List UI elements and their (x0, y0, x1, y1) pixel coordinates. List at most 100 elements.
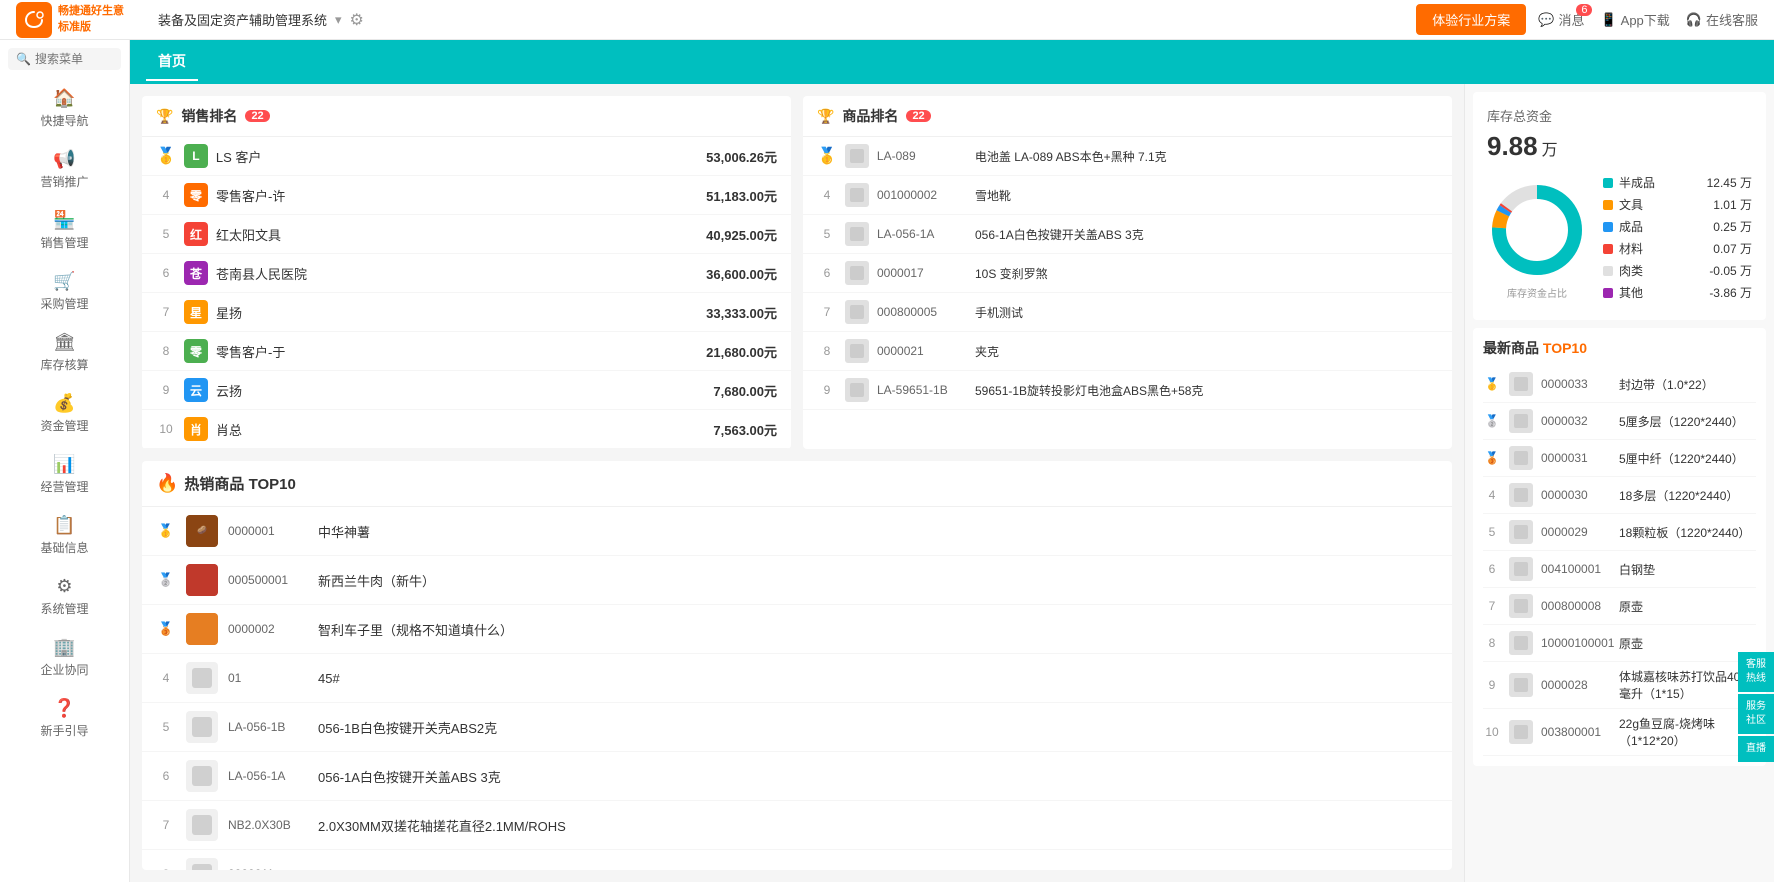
sidebar-item-guide[interactable]: ❓ 新手引导 (0, 688, 129, 749)
sales-icon: 🏪 (53, 210, 75, 231)
list-item: 🥈 000500001 新西兰牛肉（新牛） (142, 556, 1452, 605)
sidebar-item-operation[interactable]: 📊 经营管理 (0, 444, 129, 505)
product-placeholder (186, 809, 218, 841)
trial-button[interactable]: 体验行业方案 (1416, 4, 1526, 35)
product-name: 原壶 (1619, 635, 1756, 652)
avatar: 红 (184, 222, 208, 246)
sidebar-item-marketing[interactable]: 📢 营销推广 (0, 139, 129, 200)
product-code: 0000011 (228, 867, 308, 870)
table-row: 9 LA-59651-1B 59651-1B旋转投影灯电池盒ABS黑色+58克 (803, 371, 1452, 410)
legend-value: -0.05 万 (1709, 262, 1752, 279)
svg-text:🥔: 🥔 (197, 525, 207, 535)
list-item: 🥇 0000033 封边带（1.0*22） (1483, 366, 1756, 403)
product-code: 0000001 (228, 524, 308, 538)
hot-products-panel: 🔥 热销商品 TOP10 🥇 🥔 0000001 中华神薯 🥈 (142, 461, 1452, 870)
right-panel: 库存总资金 9.88 万 (1464, 84, 1774, 882)
tab-home[interactable]: 首页 (146, 43, 198, 81)
customer-amount: 53,006.26元 (706, 147, 777, 166)
product-icon (1509, 673, 1533, 697)
avatar: 零 (184, 183, 208, 207)
sidebar-item-company[interactable]: 🏢 企业协同 (0, 627, 129, 688)
sidebar-search[interactable]: 🔍 (0, 40, 129, 78)
rank-num: 10 (156, 422, 176, 436)
rank-medal: 🥇 (156, 523, 176, 539)
system-name: 装备及固定资产辅助管理系统 (158, 10, 327, 29)
left-panels: 🏆 销售排名 22 🥇 L LS 客户 53,006.26元 (130, 84, 1464, 882)
list-item: 🥈 0000032 5厘多层（1220*2440） (1483, 403, 1756, 440)
rank-num: 7 (156, 818, 176, 832)
product-icon (1509, 720, 1533, 744)
legend-item: 肉类 -0.05 万 (1603, 262, 1752, 279)
inventory-title: 库存总资金 (1487, 106, 1752, 125)
product-placeholder (186, 760, 218, 792)
sidebar-item-inventory[interactable]: 🏛 库存核算 (0, 322, 129, 383)
float-community-button[interactable]: 服务 社区 (1738, 694, 1774, 734)
customer-name: 肖总 (216, 420, 705, 439)
product-name: 新西兰牛肉（新牛） (318, 571, 1438, 590)
legend-item: 材料 0.07 万 (1603, 240, 1752, 257)
product-name: 白钢垫 (1619, 561, 1756, 578)
new-products-highlight: TOP10 (1543, 340, 1587, 356)
table-row: 4 零 零售客户-许 51,183.00元 (142, 176, 791, 215)
customer-name: 星扬 (216, 303, 698, 322)
rank-num: 5 (817, 227, 837, 241)
legend-name: 半成品 (1619, 174, 1701, 191)
product-icon (1509, 631, 1533, 655)
customer-name: 红太阳文具 (216, 225, 698, 244)
product-name: 夹克 (975, 343, 1438, 360)
legend-name: 成品 (1619, 218, 1707, 235)
phone-icon: 📱 (1600, 12, 1616, 28)
sidebar-item-nav[interactable]: 🏠 快捷导航 (0, 78, 129, 139)
product-name: 手机测试 (975, 304, 1438, 321)
product-ranking-title: 商品排名 (842, 106, 898, 126)
legend-name: 材料 (1619, 240, 1707, 257)
product-code: 000800008 (1541, 599, 1611, 613)
table-row: 9 云 云扬 7,680.00元 (142, 371, 791, 410)
system-dropdown-icon[interactable]: ▾ (335, 12, 342, 28)
table-row: 4 001000002 雪地靴 (803, 176, 1452, 215)
customer-amount: 7,563.00元 (713, 420, 777, 439)
system-selector[interactable]: 装备及固定资产辅助管理系统 ▾ ⚙ (158, 10, 1404, 30)
gear-icon[interactable]: ⚙ (350, 10, 364, 30)
rank-medal: 🥈 (156, 572, 176, 588)
customer-ranking-badge: 22 (245, 110, 269, 122)
sidebar-item-base[interactable]: 📋 基础信息 (0, 505, 129, 566)
customer-amount: 33,333.00元 (706, 303, 777, 322)
customer-amount: 36,600.00元 (706, 264, 777, 283)
product-code: 01 (228, 671, 308, 685)
product-image: 🥔 (186, 515, 218, 547)
product-placeholder (186, 711, 218, 743)
product-icon (845, 261, 869, 285)
trophy-icon: 🏆 (817, 108, 834, 125)
sidebar-item-finance[interactable]: 💰 资金管理 (0, 383, 129, 444)
search-input[interactable] (35, 52, 105, 66)
product-code: 0000028 (1541, 678, 1611, 692)
rank-num: 9 (817, 383, 837, 397)
sidebar-item-purchase[interactable]: 🛒 采购管理 (0, 261, 129, 322)
message-button[interactable]: 💬 消息 6 (1538, 10, 1584, 29)
new-products-title: 最新商品 TOP10 (1483, 338, 1756, 358)
content-body: 🏆 销售排名 22 🥇 L LS 客户 53,006.26元 (130, 84, 1774, 882)
avatar: 云 (184, 378, 208, 402)
list-item: 🥇 🥔 0000001 中华神薯 (142, 507, 1452, 556)
sidebar-item-sales[interactable]: 🏪 销售管理 (0, 200, 129, 261)
rank-num: 6 (156, 769, 176, 783)
product-icon (845, 339, 869, 363)
table-row: 🥇 LA-089 电池盖 LA-089 ABS本色+黑种 7.1克 (803, 137, 1452, 176)
legend-color (1603, 222, 1613, 232)
topbar-right: 💬 消息 6 📱 App下载 🎧 在线客服 (1538, 10, 1758, 29)
list-item: 🥉 0000002 智利车子里（规格不知道填什么） (142, 605, 1452, 654)
product-code: 003800001 (1541, 725, 1611, 739)
rank-num: 7 (156, 305, 176, 319)
product-icon (1509, 557, 1533, 581)
list-item: 6 004100001 白钢垫 (1483, 551, 1756, 588)
float-service-button[interactable]: 客服 热线 (1738, 652, 1774, 692)
sidebar-item-system[interactable]: ⚙ 系统管理 (0, 566, 129, 627)
product-name: 雪地靴 (975, 187, 1438, 204)
app-download-button[interactable]: 📱 App下载 (1600, 10, 1669, 29)
inventory-icon: 🏛 (53, 332, 76, 353)
online-service-button[interactable]: 🎧 在线客服 (1686, 10, 1758, 29)
float-direct-button[interactable]: 直播 (1738, 736, 1774, 762)
legend-item: 其他 -3.86 万 (1603, 284, 1752, 301)
inventory-total-value: 9.88 (1487, 131, 1538, 162)
